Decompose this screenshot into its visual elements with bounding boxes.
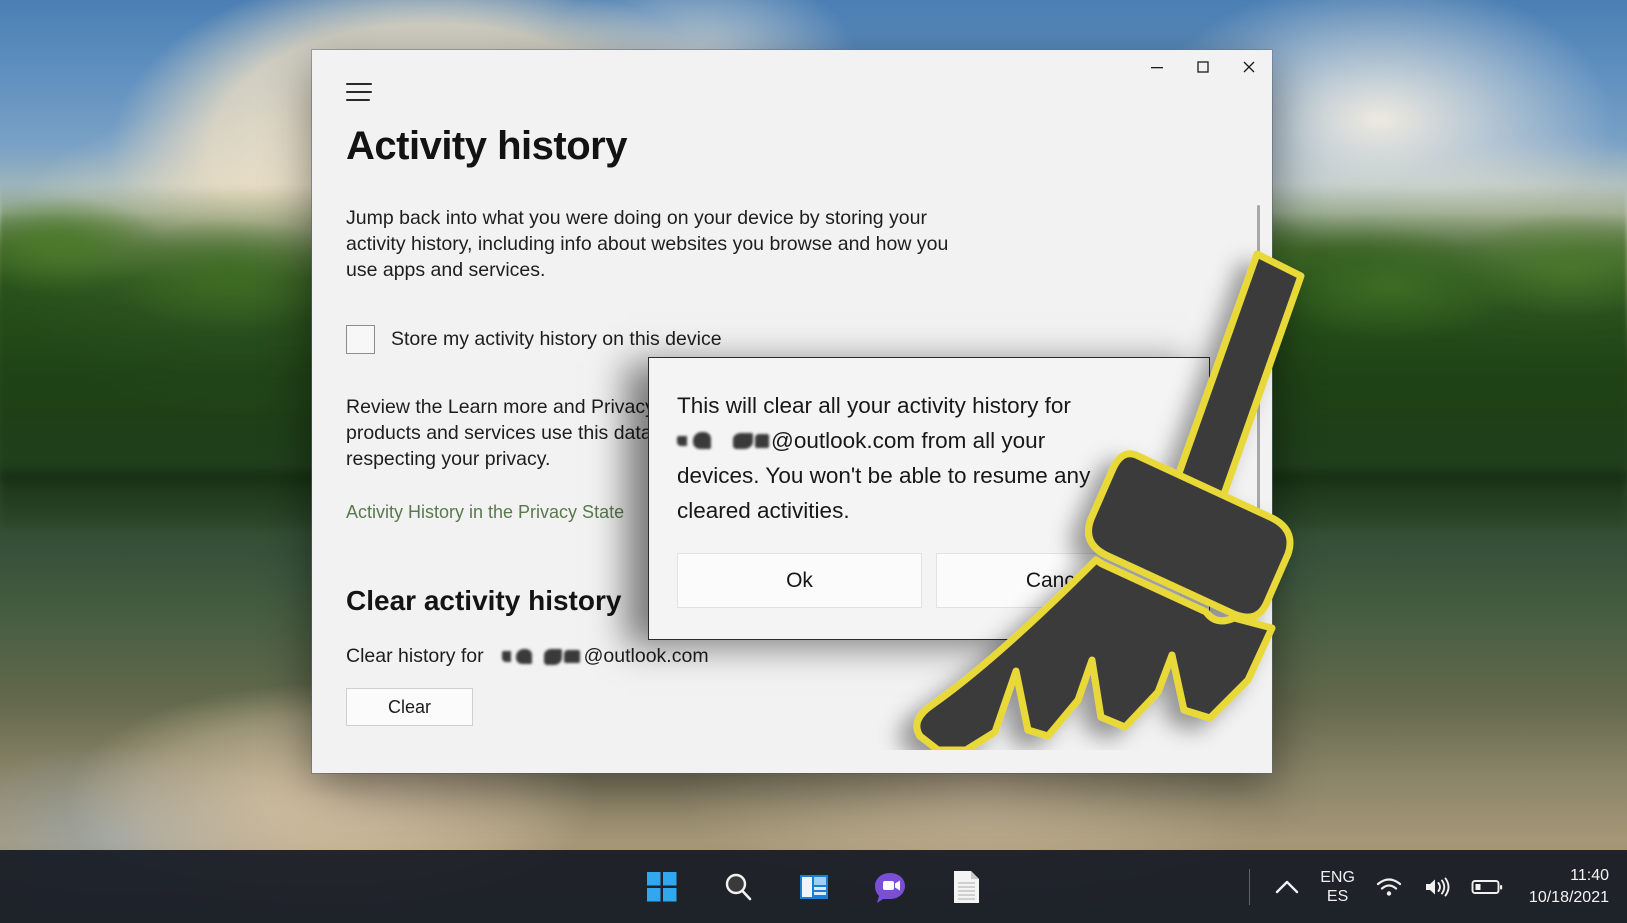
document-icon[interactable] xyxy=(946,867,986,907)
language-primary: ENG xyxy=(1320,868,1355,886)
clock-time: 11:40 xyxy=(1570,866,1609,884)
dialog-message-line-2: @outlook.com from all your xyxy=(677,423,1181,458)
store-activity-label: Store my activity history on this device xyxy=(391,328,722,350)
dialog-ok-button[interactable]: Ok xyxy=(677,553,922,608)
maximize-icon[interactable] xyxy=(1180,50,1226,84)
account-email-domain: @outlook.com xyxy=(583,645,709,667)
systray-divider xyxy=(1249,868,1251,905)
dialog-button-row: Ok Cancel xyxy=(677,553,1181,608)
redacted-account-name xyxy=(501,648,580,665)
hamburger-line xyxy=(346,91,372,93)
clear-button[interactable]: Clear xyxy=(346,688,473,726)
dialog-email-text: @outlook.com from all your xyxy=(771,428,1046,453)
intro-text: Jump back into what you were doing on yo… xyxy=(346,207,949,281)
dialog-message: This will clear all your activity histor… xyxy=(649,358,1209,528)
settings-scrollbar[interactable] xyxy=(1257,205,1260,600)
dialog-message-line-3: devices. You won't be able to resume any xyxy=(677,463,1091,488)
clock-date: 10/18/2021 xyxy=(1528,888,1609,906)
store-activity-checkbox[interactable] xyxy=(346,325,375,354)
clear-history-for-row: Clear history for @outlook.com xyxy=(346,645,1232,668)
system-tray: ENG ES 11:40 10/18/2021 xyxy=(1249,850,1627,923)
window-titlebar xyxy=(312,50,1272,101)
language-indicator[interactable]: ENG ES xyxy=(1320,868,1355,906)
clock[interactable]: 11:40 10/18/2021 xyxy=(1523,865,1609,909)
search-icon[interactable] xyxy=(718,867,758,907)
dialog-message-line-1: This will clear all your activity histor… xyxy=(677,393,1071,418)
clear-history-confirm-dialog: This will clear all your activity histor… xyxy=(648,357,1210,640)
wifi-icon[interactable] xyxy=(1375,876,1403,898)
minimize-icon[interactable] xyxy=(1134,50,1180,84)
teams-chat-icon[interactable] xyxy=(870,867,910,907)
close-icon[interactable] xyxy=(1226,50,1272,84)
hamburger-line xyxy=(346,83,372,85)
dialog-message-line-4: cleared activities. xyxy=(677,498,850,523)
battery-icon[interactable] xyxy=(1471,877,1503,897)
windows-logo-icon[interactable] xyxy=(642,867,682,907)
clear-history-for-label: Clear history for xyxy=(346,645,484,667)
store-activity-checkbox-row[interactable]: Store my activity history on this device xyxy=(346,325,1232,354)
taskbar-app-icons xyxy=(642,867,986,907)
taskbar: ENG ES 11:40 10/18/2021 xyxy=(0,850,1627,923)
widgets-icon[interactable] xyxy=(794,867,834,907)
chevron-up-icon[interactable] xyxy=(1274,877,1300,897)
redacted-account-name-dialog xyxy=(677,432,769,449)
dialog-cancel-button[interactable]: Cancel xyxy=(936,553,1181,608)
speaker-icon[interactable] xyxy=(1423,876,1451,898)
page-title: Activity history xyxy=(346,124,627,168)
language-secondary: ES xyxy=(1326,887,1349,905)
privacy-statement-link[interactable]: Activity History in the Privacy State xyxy=(346,502,624,523)
